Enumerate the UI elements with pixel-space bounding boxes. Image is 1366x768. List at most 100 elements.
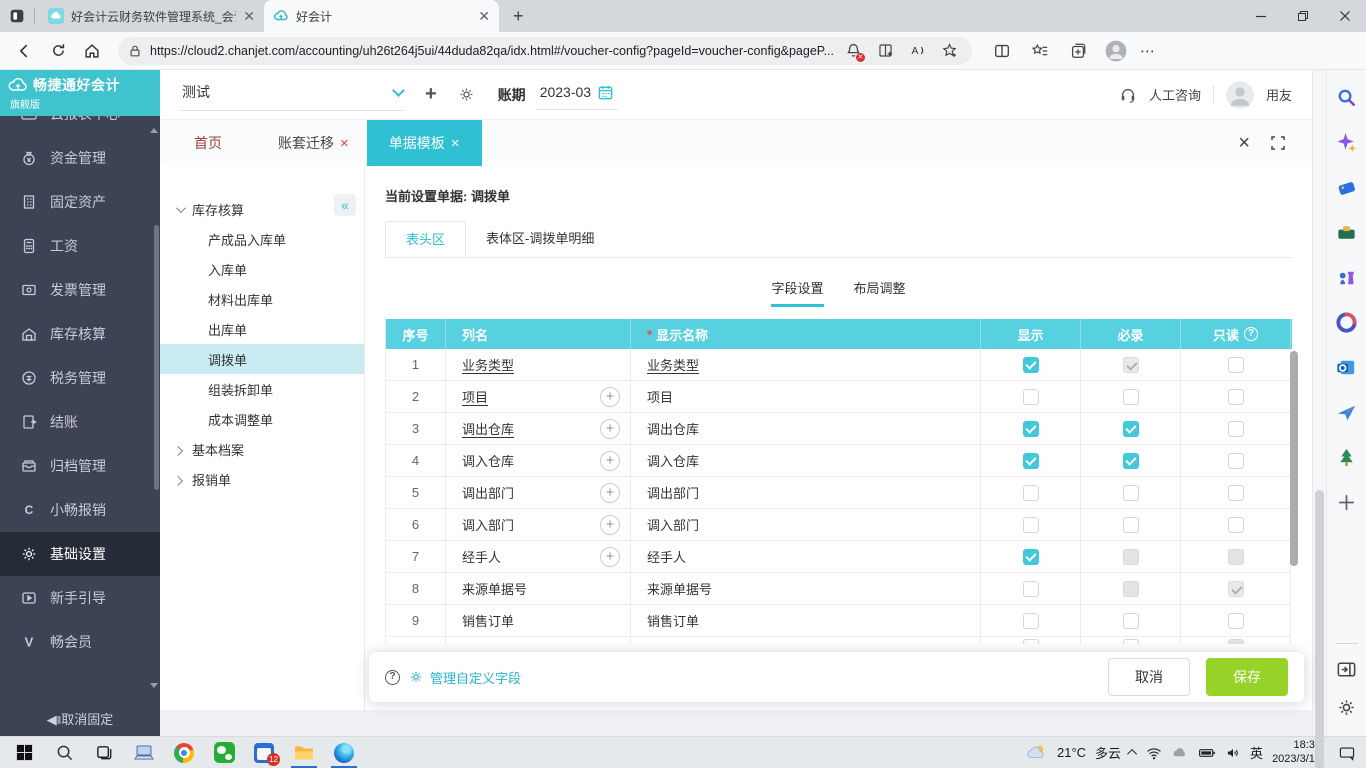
taskbar-start-icon[interactable] bbox=[4, 737, 44, 768]
refresh-icon[interactable] bbox=[44, 37, 72, 65]
close-page-icon[interactable]: × bbox=[1238, 132, 1250, 155]
tab-body-area[interactable]: 表体区-调拨单明细 bbox=[466, 221, 614, 257]
close-tab-icon[interactable]: ✕ bbox=[478, 8, 490, 25]
tree-node[interactable]: 调拨单 bbox=[160, 344, 364, 374]
search-icon[interactable] bbox=[1332, 82, 1362, 112]
sidebar-item-funds[interactable]: 资金管理 bbox=[0, 136, 160, 180]
add-field-button[interactable]: + bbox=[600, 515, 620, 535]
checkbox-readonly[interactable] bbox=[1228, 517, 1244, 533]
tab-voucher-template[interactable]: 单据模板× bbox=[367, 120, 482, 166]
support-link[interactable]: 人工咨询 bbox=[1149, 85, 1201, 104]
settings-icon[interactable] bbox=[1332, 692, 1362, 722]
manage-custom-fields-link[interactable]: 管理自定义字段 bbox=[430, 668, 521, 687]
taskbar-chrome-icon[interactable] bbox=[164, 737, 204, 768]
close-button[interactable] bbox=[1324, 0, 1366, 32]
chevron-right-icon[interactable] bbox=[173, 475, 183, 485]
home-icon[interactable] bbox=[78, 37, 106, 65]
page-scrollbar[interactable] bbox=[1312, 70, 1326, 736]
account-select[interactable]: 测试 bbox=[180, 78, 405, 111]
taskbar-task-view-icon[interactable] bbox=[84, 737, 124, 768]
clock[interactable]: 18:30 2023/3/18 bbox=[1272, 739, 1321, 767]
cell-display-name[interactable]: 调入部门 bbox=[631, 509, 981, 541]
checkbox-readonly[interactable] bbox=[1228, 357, 1244, 373]
taskbar-wechat-icon[interactable] bbox=[204, 737, 244, 768]
checkbox-show[interactable] bbox=[1023, 389, 1039, 405]
close-tab-icon[interactable]: ✕ bbox=[243, 8, 255, 25]
close-tab-icon[interactable]: × bbox=[340, 135, 349, 152]
input-language[interactable]: 英 bbox=[1250, 743, 1263, 762]
chevron-down-icon[interactable] bbox=[176, 203, 186, 213]
sidebar-item-inventory[interactable]: 库存核算 bbox=[0, 312, 160, 356]
checkbox-readonly[interactable] bbox=[1228, 389, 1244, 405]
username[interactable]: 用友 bbox=[1266, 85, 1292, 104]
weather-text[interactable]: 多云 bbox=[1095, 743, 1121, 762]
tree-node[interactable]: 产成品入库单 bbox=[160, 224, 364, 254]
sidebar-item-invoice[interactable]: 发票管理 bbox=[0, 268, 160, 312]
wifi-icon[interactable] bbox=[1146, 745, 1162, 761]
close-tab-icon[interactable]: × bbox=[451, 135, 460, 152]
copilot-icon[interactable] bbox=[1332, 127, 1362, 157]
send-icon[interactable] bbox=[1332, 397, 1362, 427]
profile-avatar[interactable] bbox=[1102, 37, 1130, 65]
new-tab-button[interactable]: + bbox=[499, 6, 538, 27]
collapse-tree-icon[interactable]: « bbox=[334, 194, 356, 216]
tree-node[interactable]: 基本档案 bbox=[160, 434, 364, 464]
volume-icon[interactable] bbox=[1225, 745, 1241, 761]
cell-display-name[interactable]: 经手人 bbox=[631, 541, 981, 573]
sidebar-item-member[interactable]: V畅会员 bbox=[0, 620, 160, 664]
checkbox-show[interactable] bbox=[1023, 421, 1039, 437]
taskbar-search-icon[interactable] bbox=[44, 737, 84, 768]
taskbar-calendar-icon[interactable]: 12 bbox=[244, 737, 284, 768]
checkbox-required[interactable] bbox=[1123, 453, 1139, 469]
sidebar-item-tax[interactable]: 税务管理 bbox=[0, 356, 160, 400]
cell-display-name[interactable]: 项目 bbox=[631, 381, 981, 413]
sidebar-item-salary[interactable]: 工资 bbox=[0, 224, 160, 268]
shopping-icon[interactable] bbox=[1332, 172, 1362, 202]
temperature[interactable]: 21°C bbox=[1057, 745, 1086, 760]
tab-header-area[interactable]: 表头区 bbox=[385, 221, 466, 257]
checkbox-show[interactable] bbox=[1023, 639, 1039, 644]
onedrive-cloud-icon[interactable] bbox=[1171, 744, 1189, 762]
add-field-button[interactable]: + bbox=[600, 483, 620, 503]
taskbar-remote-desktop-icon[interactable] bbox=[124, 737, 164, 768]
user-avatar[interactable] bbox=[1226, 81, 1254, 109]
browser-tab-1[interactable]: 好会计云财务软件管理系统_会计 ✕ bbox=[39, 0, 264, 32]
checkbox-required[interactable] bbox=[1123, 517, 1139, 533]
cell-display-name[interactable]: 来源单据号 bbox=[631, 573, 981, 605]
games-icon[interactable] bbox=[1332, 262, 1362, 292]
tree-node[interactable]: 出库单 bbox=[160, 314, 364, 344]
split-screen-plus-icon[interactable] bbox=[874, 39, 898, 63]
sidebar-item-report-center[interactable]: 云报表中心 bbox=[0, 116, 160, 136]
tree-node[interactable]: 组装拆卸单 bbox=[160, 374, 364, 404]
fullscreen-icon[interactable] bbox=[1270, 135, 1286, 151]
account-settings-gear-icon[interactable] bbox=[457, 85, 476, 104]
checkbox-required[interactable] bbox=[1123, 421, 1139, 437]
toolbox-icon[interactable] bbox=[1332, 217, 1362, 247]
tree-icon[interactable] bbox=[1332, 442, 1362, 472]
tab-field-settings[interactable]: 字段设置 bbox=[771, 278, 823, 307]
checkbox-readonly[interactable] bbox=[1228, 421, 1244, 437]
checkbox-readonly[interactable] bbox=[1228, 613, 1244, 629]
collections-icon[interactable] bbox=[1064, 37, 1092, 65]
chevron-right-icon[interactable] bbox=[173, 445, 183, 455]
sidebar-item-settings[interactable]: 基础设置 bbox=[0, 532, 160, 576]
sidebar-item-fixed-assets[interactable]: 固定资产 bbox=[0, 180, 160, 224]
favorites-bar-icon[interactable] bbox=[1026, 37, 1054, 65]
sidebar-scrollbar[interactable] bbox=[154, 225, 159, 490]
browser-tab-2[interactable]: 好会计 ✕ bbox=[264, 0, 499, 32]
cell-display-name[interactable]: 调入仓库 bbox=[631, 445, 981, 477]
notifications-blocked-icon[interactable]: ✕ bbox=[842, 39, 866, 63]
table-scrollbar[interactable] bbox=[1290, 351, 1298, 566]
cancel-button[interactable]: 取消 bbox=[1108, 658, 1190, 696]
page-scrollbar-thumb[interactable] bbox=[1315, 490, 1324, 768]
open-panel-icon[interactable] bbox=[1332, 654, 1362, 684]
checkbox-show[interactable] bbox=[1023, 357, 1039, 373]
checkbox-required[interactable] bbox=[1123, 639, 1139, 644]
minimize-button[interactable] bbox=[1240, 0, 1282, 32]
tab-layout-adjust[interactable]: 布局调整 bbox=[854, 278, 906, 307]
hidden-icons-chevron[interactable] bbox=[1127, 749, 1137, 759]
sidebar-item-closing[interactable]: 结账 bbox=[0, 400, 160, 444]
checkbox-required[interactable] bbox=[1123, 389, 1139, 405]
taskbar-edge-icon[interactable] bbox=[324, 737, 364, 768]
notification-center-icon[interactable] bbox=[1338, 744, 1356, 762]
